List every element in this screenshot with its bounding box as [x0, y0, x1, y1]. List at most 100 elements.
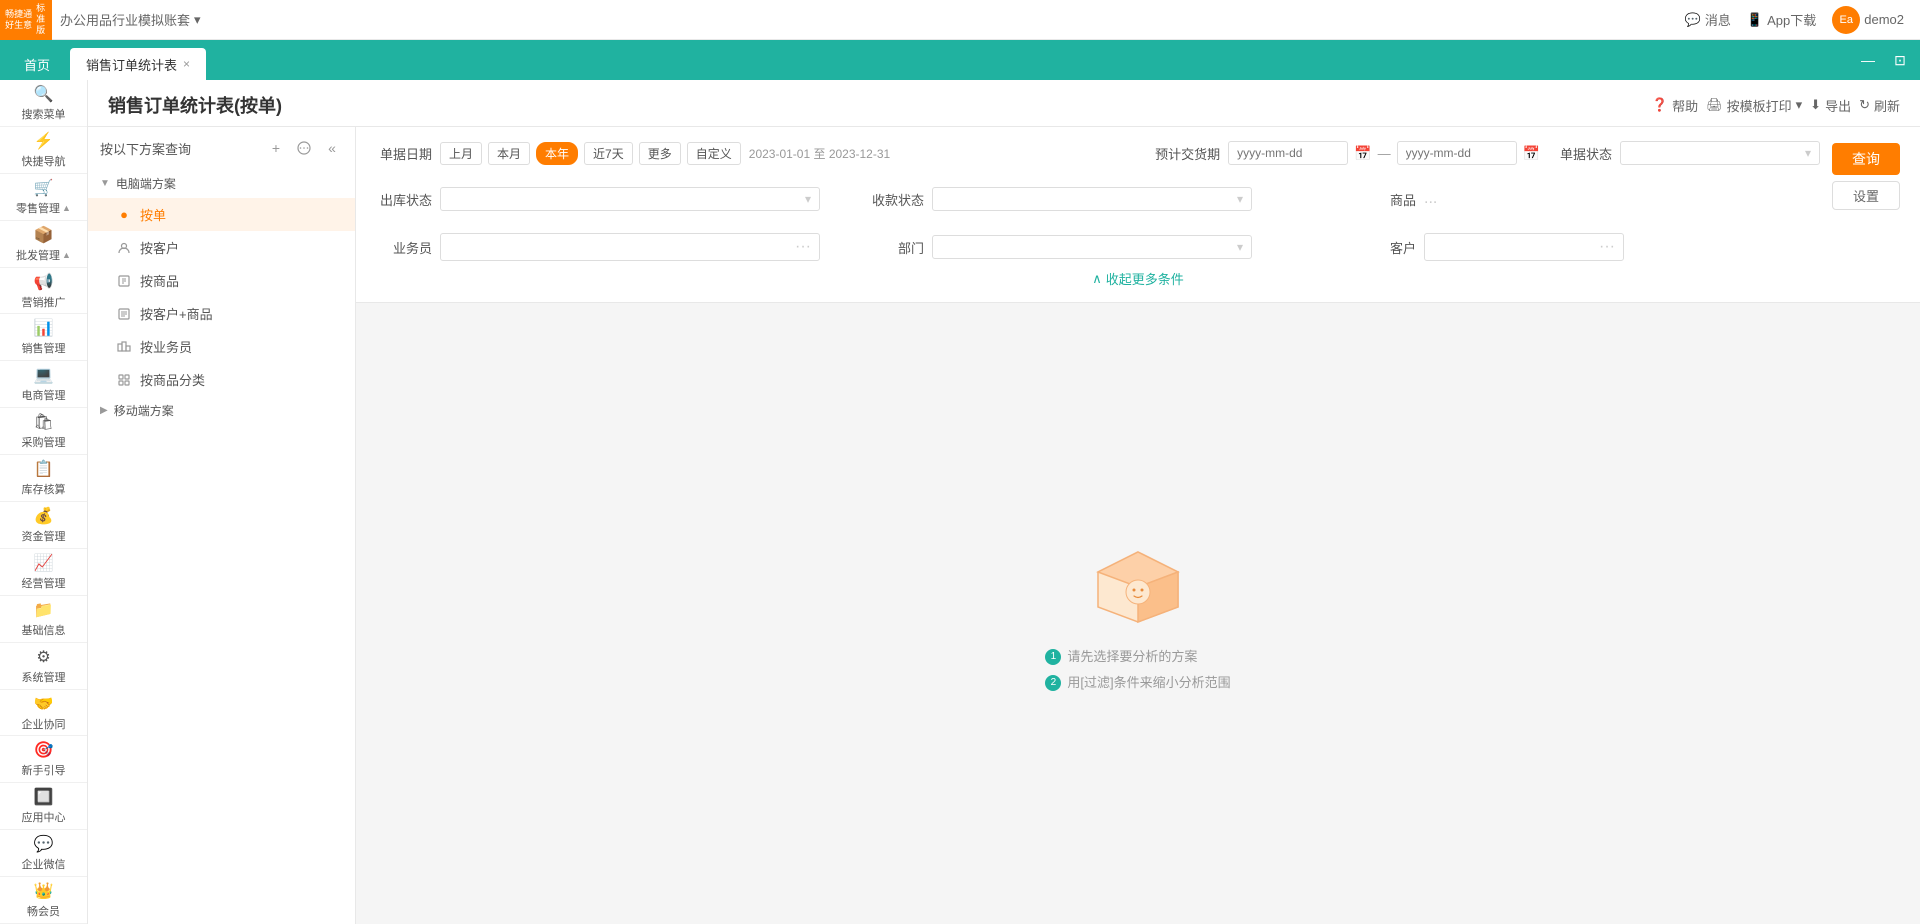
collapse-arrow-icon: ∧: [1092, 271, 1102, 287]
sidebar-item-ecommerce-label: 电商管理: [22, 387, 66, 403]
reset-button[interactable]: 设置: [1832, 181, 1900, 210]
page-title: 销售订单统计表(按单): [108, 92, 282, 118]
ecommerce-icon: 💻: [34, 365, 54, 385]
sidebar-item-inventory[interactable]: 📋 库存核算: [0, 455, 87, 502]
sidebar-item-purchase[interactable]: 🛍 采购管理: [0, 408, 87, 455]
query-button[interactable]: 查询: [1832, 143, 1900, 175]
sidebar-item-enterprise[interactable]: 🤝 企业协同: [0, 690, 87, 737]
date-btn-last-month[interactable]: 上月: [440, 142, 482, 165]
date-btn-7days[interactable]: 近7天: [584, 142, 633, 165]
goods-select-dots[interactable]: ...: [1424, 190, 1437, 208]
cal-start-icon[interactable]: 📅: [1354, 145, 1371, 162]
refresh-button[interactable]: ↻ 刷新: [1859, 96, 1900, 115]
sidebar-item-search[interactable]: 🔍 搜索菜单: [0, 80, 87, 127]
tab-restore-button[interactable]: ⊡: [1888, 48, 1912, 72]
tab-home[interactable]: 首页: [8, 48, 66, 80]
export-button[interactable]: ⬇ 导出: [1810, 96, 1851, 115]
expected-date-control: 📅 — 📅: [1228, 141, 1540, 165]
sidebar-item-appcenter[interactable]: 🔲 应用中心: [0, 783, 87, 830]
retail-arrow-icon: ▲: [62, 203, 71, 213]
salesman-select[interactable]: ···: [440, 233, 820, 261]
shipment-select[interactable]: ▾: [440, 187, 820, 211]
sidebar-item-system-label: 系统管理: [22, 669, 66, 685]
date-range-display: 2023-01-01 至 2023-12-31: [749, 145, 890, 162]
customer-select[interactable]: ···: [1424, 233, 1624, 261]
salesman-filter-group: 业务员 ···: [376, 233, 836, 261]
sidebar-item-wechat[interactable]: 💬 企业微信: [0, 830, 87, 877]
expected-date-start[interactable]: [1228, 141, 1348, 165]
tab-close-icon[interactable]: ×: [183, 57, 190, 71]
section-mobile-schemes[interactable]: ▶ 移动端方案: [88, 396, 355, 425]
sidebar-item-wechat-label: 企业微信: [22, 856, 66, 872]
tab-sales-order-label: 销售订单统计表: [86, 55, 177, 74]
date-btn-this-year[interactable]: 本年: [536, 142, 578, 165]
add-scheme-button[interactable]: +: [265, 137, 287, 159]
sidebar-item-wholesale[interactable]: 📦 批发管理 ▲: [0, 221, 87, 268]
method-by-goods[interactable]: 按商品: [88, 264, 355, 297]
tab-minimize-button[interactable]: —: [1856, 48, 1880, 72]
collapse-panel-button[interactable]: «: [321, 137, 343, 159]
tip-2-num: 2: [1045, 675, 1061, 691]
payment-select[interactable]: ▾: [932, 187, 1252, 211]
expected-date-label: 预计交货期: [1155, 144, 1220, 163]
salesman-dots-icon[interactable]: ···: [795, 238, 811, 256]
method-customer-goods-label: 按客户+商品: [140, 304, 213, 323]
expected-date-end[interactable]: [1397, 141, 1517, 165]
sidebar-item-sales-label: 销售管理: [22, 340, 66, 356]
method-by-category[interactable]: 按商品分类: [88, 363, 355, 396]
section-pc-schemes[interactable]: ▼ 电脑端方案: [88, 169, 355, 198]
help-button[interactable]: ❓ 帮助: [1652, 96, 1698, 115]
sidebar-item-marketing[interactable]: 📢 营销推广: [0, 268, 87, 315]
sidebar-item-vip[interactable]: 👑 畅会员: [0, 877, 87, 924]
sidebar-item-ecommerce[interactable]: 💻 电商管理: [0, 361, 87, 408]
print-icon: 🖨: [1706, 97, 1723, 113]
topbar: 畅捷通好生意 标准版 办公用品行业模拟账套 ▾ 💬 消息 📱 App下载 Ea …: [0, 0, 1920, 40]
shipment-label: 出库状态: [376, 190, 432, 209]
page-actions: ❓ 帮助 🖨 按模板打印 ▾ ⬇ 导出 ↻ 刷新: [1652, 96, 1900, 115]
page-header: 销售订单统计表(按单) ❓ 帮助 🖨 按模板打印 ▾ ⬇ 导出 ↻ 刷新: [88, 80, 1920, 127]
goods-filter-group: 商品 ...: [1360, 190, 1820, 209]
sidebar-item-sales[interactable]: 📊 销售管理: [0, 314, 87, 361]
filter-area: 单据日期 上月 本月 本年 近7天 更多 自定义: [356, 127, 1920, 303]
payment-label: 收款状态: [868, 190, 924, 209]
method-by-salesman[interactable]: 按业务员: [88, 330, 355, 363]
date-label: 单据日期: [376, 144, 432, 163]
section-arrow-icon: ▼: [100, 178, 110, 189]
tabbar-actions: — ⊡: [1856, 48, 1912, 72]
method-by-order[interactable]: ● 按单: [88, 198, 355, 231]
edit-scheme-button[interactable]: [293, 137, 315, 159]
tab-sales-order[interactable]: 销售订单统计表 ×: [70, 48, 206, 80]
sidebar-item-finance[interactable]: 💰 资金管理: [0, 502, 87, 549]
user-profile[interactable]: Ea demo2: [1832, 6, 1904, 34]
sidebar-item-retail[interactable]: 🛒 零售管理 ▲: [0, 174, 87, 221]
template-print-button[interactable]: 🖨 按模板打印 ▾: [1706, 96, 1802, 115]
cal-end-icon[interactable]: 📅: [1523, 145, 1540, 162]
tip-1-text: 请先选择要分析的方案: [1067, 644, 1197, 670]
date-btn-custom[interactable]: 自定义: [687, 142, 741, 165]
date-btn-more[interactable]: 更多: [639, 142, 681, 165]
status-chevron-icon: ▾: [1805, 146, 1811, 160]
app-download-button[interactable]: 📱 App下载: [1747, 10, 1816, 29]
department-select[interactable]: ▾: [932, 235, 1252, 259]
collapse-button[interactable]: ∧ 收起更多条件: [1092, 269, 1184, 288]
customer-dots-icon[interactable]: ···: [1599, 238, 1615, 256]
message-button[interactable]: 💬 消息: [1685, 10, 1731, 29]
date-btn-this-month[interactable]: 本月: [488, 142, 530, 165]
date-separator: —: [1378, 146, 1391, 161]
method-by-customer-goods[interactable]: 按客户+商品: [88, 297, 355, 330]
method-customer-goods-icon: [116, 306, 132, 322]
marketing-icon: 📢: [34, 272, 54, 292]
tip-2-text: 用[过滤]条件来缩小分析范围: [1067, 670, 1230, 696]
sidebar-item-operations[interactable]: 📈 经营管理: [0, 549, 87, 596]
section-mobile-arrow-icon: ▶: [100, 405, 108, 416]
empty-tips: 1 请先选择要分析的方案 2 用[过滤]条件来缩小分析范围: [1045, 644, 1230, 696]
status-select[interactable]: ▾: [1620, 141, 1820, 165]
sidebar-item-operations-label: 经营管理: [22, 575, 66, 591]
sidebar-item-newuser[interactable]: 🎯 新手引导: [0, 736, 87, 783]
inventory-icon: 📋: [34, 459, 54, 479]
method-by-customer[interactable]: 按客户: [88, 231, 355, 264]
sidebar-item-system[interactable]: ⚙ 系统管理: [0, 643, 87, 690]
breadcrumb-arrow-icon[interactable]: ▾: [194, 12, 201, 28]
sidebar-item-nav[interactable]: ⚡ 快捷导航: [0, 127, 87, 174]
sidebar-item-basic-info[interactable]: 📁 基础信息: [0, 596, 87, 643]
